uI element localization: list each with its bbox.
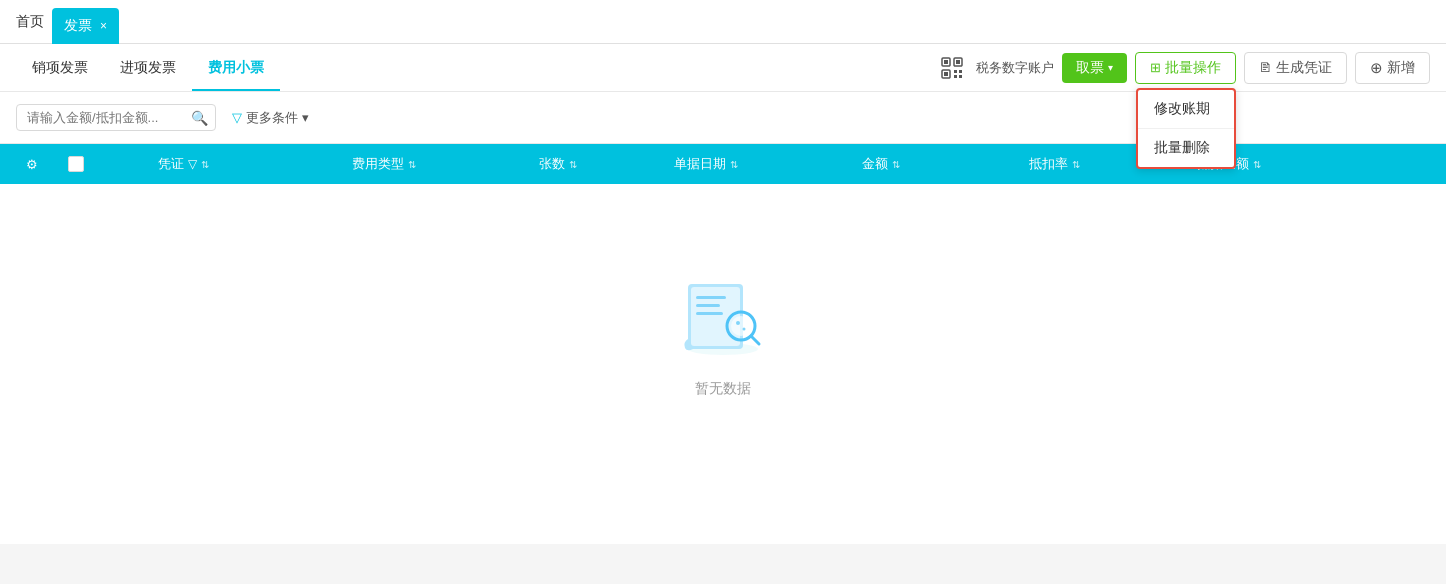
th-deduct-rate-label: 抵扣率 bbox=[1029, 155, 1068, 173]
top-nav: 首页 发票 × bbox=[0, 0, 1446, 44]
svg-point-20 bbox=[743, 328, 746, 331]
th-voucher: 凭证 ▽ ⇅ bbox=[96, 155, 270, 173]
th-checkbox[interactable] bbox=[56, 156, 96, 172]
tab-sales[interactable]: 销项发票 bbox=[16, 44, 104, 91]
th-count-sort-icon[interactable]: ⇅ bbox=[569, 159, 577, 170]
svg-line-18 bbox=[751, 336, 759, 344]
sub-tab-bar: 销项发票 进项发票 费用小票 税务数字账户 bbox=[0, 44, 1446, 92]
plus-icon: ⊕ bbox=[1370, 59, 1383, 77]
voucher-icon: 🖹 bbox=[1259, 60, 1272, 75]
svg-rect-3 bbox=[956, 60, 960, 64]
th-voucher-sort-icon[interactable]: ⇅ bbox=[201, 159, 209, 170]
th-amount-label: 金额 bbox=[862, 155, 888, 173]
empty-state: 暂无数据 bbox=[0, 184, 1446, 438]
invoice-tab[interactable]: 发票 × bbox=[52, 8, 119, 44]
svg-rect-5 bbox=[944, 72, 948, 76]
settings-icon: ⚙ bbox=[26, 157, 38, 172]
th-date-sort-icon[interactable]: ⇅ bbox=[730, 159, 738, 170]
more-filter-button[interactable]: ▽ 更多条件 ▾ bbox=[232, 109, 309, 127]
search-input[interactable] bbox=[16, 104, 216, 131]
invoice-tab-label: 发票 bbox=[64, 17, 92, 35]
home-link[interactable]: 首页 bbox=[16, 13, 44, 31]
th-voucher-filter-icon[interactable]: ▽ bbox=[188, 157, 197, 171]
more-filter-label: 更多条件 bbox=[246, 109, 298, 127]
main-content: ⚙ 凭证 ▽ ⇅ 费用类型 ⇅ 张数 ⇅ 单据日期 ⇅ 金额 ⇅ 抵扣率 ⇅ bbox=[0, 144, 1446, 544]
empty-text: 暂无数据 bbox=[695, 380, 751, 398]
th-amount-sort-icon[interactable]: ⇅ bbox=[892, 159, 900, 170]
modify-period-item[interactable]: 修改账期 bbox=[1138, 90, 1234, 128]
svg-rect-1 bbox=[944, 60, 948, 64]
th-count: 张数 ⇅ bbox=[497, 155, 619, 173]
th-voucher-label: 凭证 bbox=[158, 155, 184, 173]
svg-rect-7 bbox=[959, 70, 962, 73]
filter-icon: ▽ bbox=[232, 110, 242, 125]
generate-voucher-label: 生成凭证 bbox=[1276, 59, 1332, 77]
th-expense-type-label: 费用类型 bbox=[352, 155, 404, 173]
svg-rect-15 bbox=[696, 312, 723, 315]
th-amount: 金额 ⇅ bbox=[793, 155, 967, 173]
svg-point-19 bbox=[736, 321, 740, 325]
search-wrap: 🔍 bbox=[16, 104, 216, 131]
th-date-label: 单据日期 bbox=[674, 155, 726, 173]
svg-rect-6 bbox=[954, 70, 957, 73]
batch-op-label: 批量操作 bbox=[1165, 59, 1221, 77]
sub-tabs: 销项发票 进项发票 费用小票 bbox=[16, 44, 280, 91]
svg-rect-9 bbox=[959, 75, 962, 78]
svg-rect-14 bbox=[696, 304, 720, 307]
svg-point-17 bbox=[731, 316, 751, 336]
batch-op-dropdown: 修改账期 批量删除 bbox=[1136, 88, 1236, 169]
search-icon[interactable]: 🔍 bbox=[191, 110, 208, 126]
th-deduct-rate: 抵扣率 ⇅ bbox=[968, 155, 1142, 173]
batch-op-button[interactable]: ⊞ 批量操作 bbox=[1135, 52, 1236, 84]
batch-op-container: ⊞ 批量操作 修改账期 批量删除 bbox=[1135, 52, 1236, 84]
th-date: 单据日期 ⇅ bbox=[619, 155, 793, 173]
th-expense-type: 费用类型 ⇅ bbox=[270, 155, 497, 173]
svg-rect-13 bbox=[696, 296, 726, 299]
empty-illustration bbox=[663, 264, 783, 364]
th-deduct-rate-sort-icon[interactable]: ⇅ bbox=[1072, 159, 1080, 170]
generate-voucher-button[interactable]: 🖹 生成凭证 bbox=[1244, 52, 1347, 84]
take-ticket-button[interactable]: 取票 ▾ bbox=[1062, 53, 1127, 83]
tab-expense[interactable]: 费用小票 bbox=[192, 44, 280, 91]
close-tab-icon[interactable]: × bbox=[100, 19, 107, 33]
take-ticket-label: 取票 bbox=[1076, 59, 1104, 77]
new-button[interactable]: ⊕ 新增 bbox=[1355, 52, 1430, 84]
new-label: 新增 bbox=[1387, 59, 1415, 77]
select-all-checkbox[interactable] bbox=[68, 156, 84, 172]
th-settings[interactable]: ⚙ bbox=[8, 157, 56, 172]
take-chevron-icon: ▾ bbox=[1108, 62, 1113, 73]
qr-icon-button[interactable] bbox=[936, 52, 968, 84]
batch-op-icon: ⊞ bbox=[1150, 60, 1161, 75]
th-deduct-amount-sort-icon[interactable]: ⇅ bbox=[1253, 159, 1261, 170]
toolbar: 税务数字账户 取票 ▾ ⊞ 批量操作 修改账期 批量删除 🖹 生成凭证 ⊕ bbox=[936, 52, 1430, 84]
more-filter-chevron: ▾ bbox=[302, 110, 309, 125]
th-count-label: 张数 bbox=[539, 155, 565, 173]
th-expense-type-sort-icon[interactable]: ⇅ bbox=[408, 159, 416, 170]
svg-rect-8 bbox=[954, 75, 957, 78]
batch-delete-item[interactable]: 批量删除 bbox=[1138, 128, 1234, 167]
tax-digital-account[interactable]: 税务数字账户 bbox=[976, 59, 1054, 77]
tab-purchase[interactable]: 进项发票 bbox=[104, 44, 192, 91]
